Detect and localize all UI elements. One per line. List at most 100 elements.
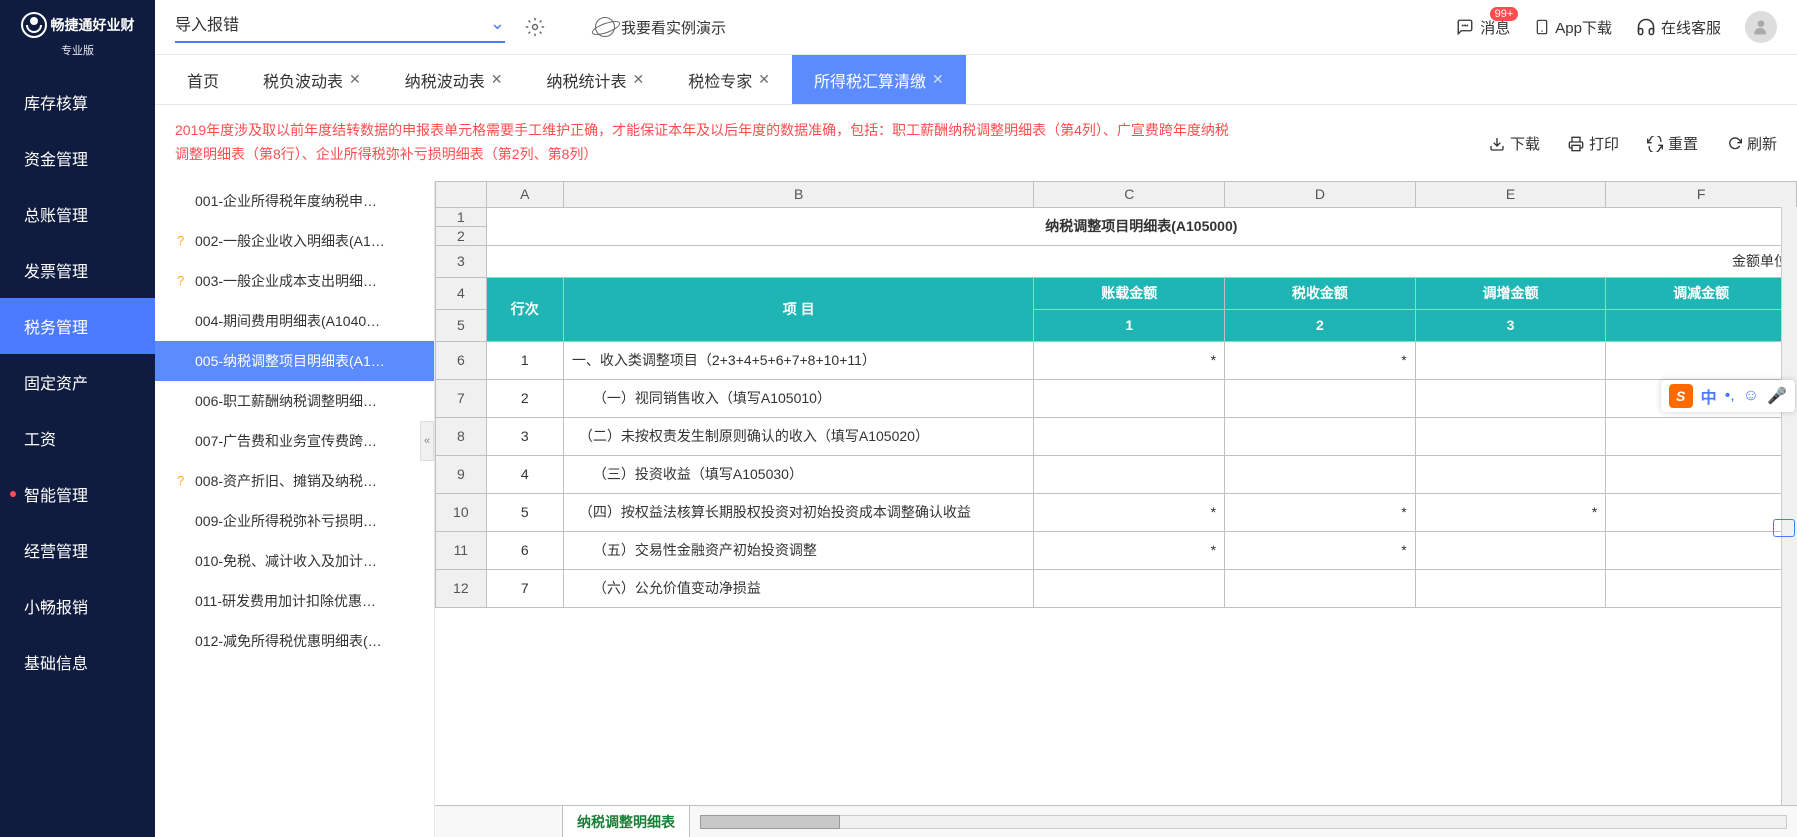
sidebar-item-1[interactable]: 资金管理 (0, 130, 155, 186)
report-item-11[interactable]: 012-减免所得税优惠明细表(… (155, 621, 434, 661)
row-header-12[interactable]: 12 (436, 569, 487, 607)
row-header-2[interactable]: 2 (436, 226, 487, 245)
vertical-scrollbar[interactable] (1781, 207, 1797, 805)
sidebar-item-0[interactable]: 库存核算 (0, 74, 155, 130)
cell[interactable]: （二）未按权责发生制原则确认的收入（填写A105020） (563, 417, 1034, 455)
cell[interactable]: （三）投资收益（填写A105030） (563, 455, 1034, 493)
cell[interactable] (1225, 455, 1416, 493)
report-item-2[interactable]: ?003-一般企业成本支出明细… (155, 261, 434, 301)
ime-mic-icon[interactable]: 🎤 (1767, 386, 1787, 406)
sidebar-item-3[interactable]: 发票管理 (0, 242, 155, 298)
tab-1[interactable]: 税负波动表✕ (241, 55, 383, 104)
cell[interactable] (1606, 417, 1797, 455)
cell[interactable]: 3 (486, 417, 563, 455)
col-header-F[interactable]: F (1606, 181, 1797, 207)
tab-4[interactable]: 税检专家✕ (666, 55, 792, 104)
cell[interactable]: 7 (486, 569, 563, 607)
horizontal-scrollbar[interactable] (690, 806, 1797, 837)
close-icon[interactable]: ✕ (932, 71, 944, 88)
corner-cell[interactable] (436, 181, 487, 207)
close-icon[interactable]: ✕ (491, 71, 503, 88)
report-item-9[interactable]: 010-免税、减计收入及加计… (155, 541, 434, 581)
sidebar-item-6[interactable]: 工资 (0, 410, 155, 466)
row-header-6[interactable]: 6 (436, 341, 487, 379)
cell[interactable] (1415, 569, 1606, 607)
cell[interactable] (1225, 417, 1416, 455)
keyboard-icon[interactable] (1773, 519, 1795, 537)
cell[interactable] (1415, 531, 1606, 569)
row-header-7[interactable]: 7 (436, 379, 487, 417)
customer-service-button[interactable]: 在线客服 (1636, 17, 1721, 38)
ime-toolbar[interactable]: S 中 •, ☺ 🎤 (1661, 380, 1795, 412)
cell[interactable] (1606, 569, 1797, 607)
sidebar-item-9[interactable]: 小畅报销 (0, 578, 155, 634)
cell[interactable] (1606, 531, 1797, 569)
report-item-10[interactable]: 011-研发费用加计扣除优惠… (155, 581, 434, 621)
sidebar-item-8[interactable]: 经营管理 (0, 522, 155, 578)
report-item-0[interactable]: 001-企业所得税年度纳税申… (155, 181, 434, 221)
avatar[interactable] (1745, 11, 1777, 43)
download-button[interactable]: 下载 (1489, 133, 1540, 154)
app-download-button[interactable]: App下载 (1534, 17, 1612, 38)
cell[interactable] (1034, 417, 1225, 455)
row-header-4[interactable]: 4 (436, 277, 487, 309)
cell[interactable]: 1 (486, 341, 563, 379)
cell[interactable]: （一）视同销售收入（填写A105010） (563, 379, 1034, 417)
row-header-3[interactable]: 3 (436, 245, 487, 277)
spreadsheet[interactable]: A B C D E F 1 纳税调整项目明细表(A105000) (435, 181, 1797, 608)
row-header-1[interactable]: 1 (436, 207, 487, 226)
row-header-11[interactable]: 11 (436, 531, 487, 569)
cell[interactable]: 一、收入类调整项目（2+3+4+5+6+7+8+10+11） (563, 341, 1034, 379)
cell[interactable]: * (1415, 493, 1606, 531)
cell[interactable] (1034, 379, 1225, 417)
demo-link[interactable]: 我要看实例演示 (595, 17, 726, 38)
ime-lang[interactable]: 中 (1701, 384, 1717, 408)
cell[interactable] (1225, 569, 1416, 607)
tab-2[interactable]: 纳税波动表✕ (383, 55, 525, 104)
tab-5[interactable]: 所得税汇算清缴✕ (792, 55, 966, 104)
cell[interactable]: * (1034, 531, 1225, 569)
close-icon[interactable]: ✕ (349, 71, 361, 88)
cell[interactable]: * (1225, 341, 1416, 379)
reset-button[interactable]: 重置 (1647, 133, 1698, 154)
cell[interactable] (1415, 341, 1606, 379)
sidebar-item-7[interactable]: 智能管理 (0, 466, 155, 522)
collapse-handle[interactable]: « (420, 421, 434, 461)
print-button[interactable]: 打印 (1568, 133, 1619, 154)
sidebar-item-10[interactable]: 基础信息 (0, 634, 155, 690)
cell[interactable]: （六）公允价值变动净损益 (563, 569, 1034, 607)
sidebar-item-2[interactable]: 总账管理 (0, 186, 155, 242)
cell[interactable] (1034, 569, 1225, 607)
cell[interactable]: * (1225, 531, 1416, 569)
cell[interactable]: （五）交易性金融资产初始投资调整 (563, 531, 1034, 569)
cell[interactable]: * (1225, 493, 1416, 531)
cell[interactable]: 2 (486, 379, 563, 417)
close-icon[interactable]: ✕ (633, 71, 645, 88)
col-header-A[interactable]: A (486, 181, 563, 207)
row-header-5[interactable]: 5 (436, 309, 487, 341)
close-icon[interactable]: ✕ (758, 71, 770, 88)
report-item-6[interactable]: 007-广告费和业务宣传费跨… (155, 421, 434, 461)
col-header-D[interactable]: D (1225, 181, 1416, 207)
cell[interactable] (1415, 455, 1606, 493)
cell[interactable]: 5 (486, 493, 563, 531)
report-item-8[interactable]: 009-企业所得税弥补亏损明… (155, 501, 434, 541)
col-header-E[interactable]: E (1415, 181, 1606, 207)
row-header-10[interactable]: 10 (436, 493, 487, 531)
search-dropdown[interactable]: 导入报错 ⌄ (175, 11, 505, 43)
cell[interactable] (1606, 455, 1797, 493)
cell[interactable] (1415, 379, 1606, 417)
sheet-tab-active[interactable]: 纳税调整明细表 (563, 806, 690, 837)
sidebar-item-5[interactable]: 固定资产 (0, 354, 155, 410)
row-header-8[interactable]: 8 (436, 417, 487, 455)
cell[interactable]: 4 (486, 455, 563, 493)
cell[interactable]: * (1034, 341, 1225, 379)
sidebar-item-4[interactable]: 税务管理 (0, 298, 155, 354)
report-item-4[interactable]: 005-纳税调整项目明细表(A1… (155, 341, 434, 381)
report-item-5[interactable]: 006-职工薪酬纳税调整明细… (155, 381, 434, 421)
col-header-C[interactable]: C (1034, 181, 1225, 207)
cell[interactable] (1606, 493, 1797, 531)
report-item-3[interactable]: 004-期间费用明细表(A1040… (155, 301, 434, 341)
cell[interactable] (1034, 455, 1225, 493)
cell[interactable] (1606, 341, 1797, 379)
